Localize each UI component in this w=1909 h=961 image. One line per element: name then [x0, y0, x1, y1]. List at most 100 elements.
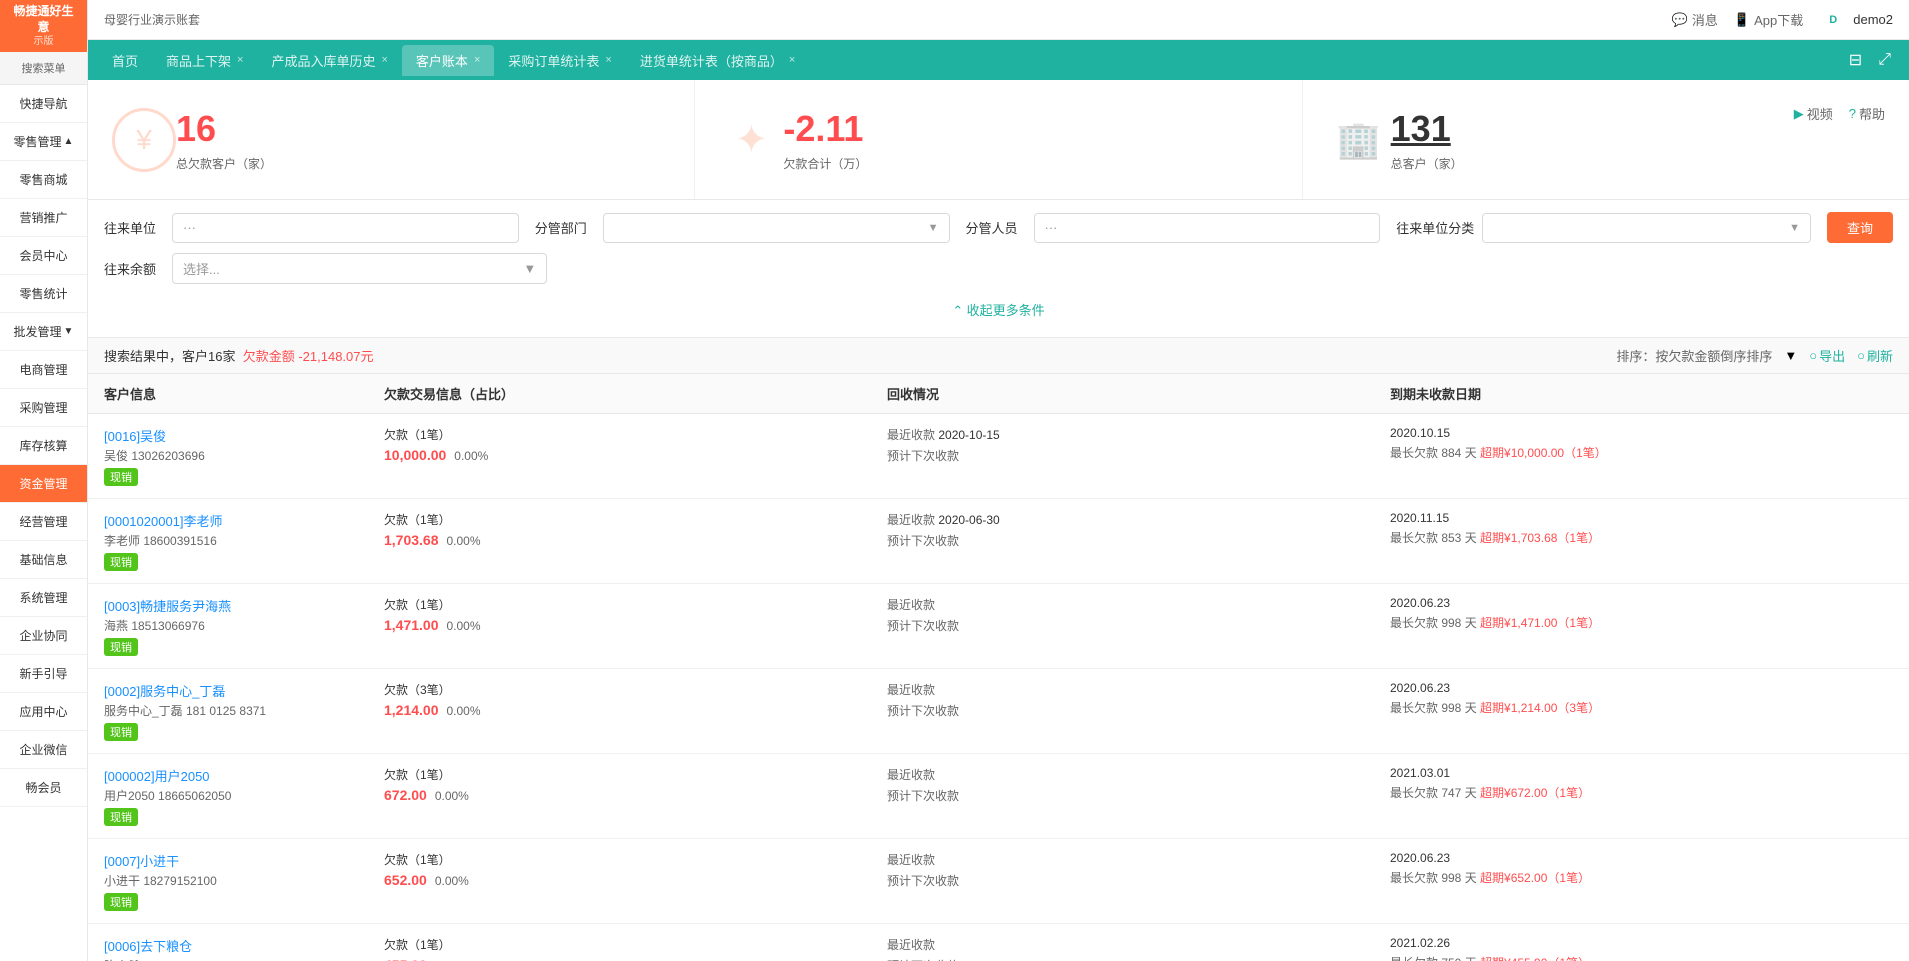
sidebar-item-guide[interactable]: 新手引导: [0, 655, 87, 693]
customer-id-link[interactable]: [0003]畅捷服务尹海燕: [104, 599, 231, 614]
message-label: 消息: [1692, 10, 1718, 29]
collapse-nav-button[interactable]: ⊟: [1841, 46, 1870, 74]
customer-info-cell: [0007]小进干 小进干 18279152100 现销: [104, 851, 384, 911]
app-logo[interactable]: 畅捷通好生意 示版: [0, 0, 87, 52]
customer-id-link[interactable]: [000002]用户2050: [104, 769, 210, 784]
refresh-label: 刷新: [1867, 346, 1893, 365]
collapse-filter-button[interactable]: ⌃ 收起更多条件: [104, 294, 1893, 325]
overdue-days: 最长欠款 884 天 超期¥10,000.00（1笔）: [1390, 444, 1893, 461]
tab-product-shelf[interactable]: 商品上下架 ×: [152, 45, 257, 76]
customer-phone: 海燕 18513066976: [104, 617, 384, 634]
overdue-amount-link[interactable]: 超期¥1,703.68（1笔）: [1480, 531, 1600, 545]
customer-info-cell: [0006]去下粮仓 陈小希 现销: [104, 936, 384, 961]
close-icon[interactable]: ×: [381, 54, 387, 66]
total-debt-label: 欠款合计（万）: [783, 155, 867, 172]
close-icon[interactable]: ×: [237, 54, 243, 66]
filter-area: 往来单位 ··· 分管部门 ▼ 分管人员 ···: [88, 200, 1909, 338]
sidebar-item-enterprise[interactable]: 企业协同: [0, 617, 87, 655]
table-row: [0016]吴俊 吴俊 13026203696 现销 欠款（1笔） 10,000…: [88, 414, 1909, 499]
app-download-button[interactable]: 📱 App下载: [1734, 10, 1803, 29]
chevron-down-icon: ▼: [928, 222, 939, 234]
stat-total-debt-content: -2.11 欠款合计（万）: [783, 107, 867, 171]
customer-id-link[interactable]: [0007]小进干: [104, 854, 179, 869]
overdue-cell: 2020.06.23 最长欠款 998 天 超期¥1,214.00（3笔）: [1390, 681, 1893, 716]
sidebar-item-wholesale-mgmt[interactable]: 批发管理 ▼: [0, 313, 87, 351]
sidebar-item-ecommerce[interactable]: 电商管理: [0, 351, 87, 389]
sidebar-item-system[interactable]: 系统管理: [0, 579, 87, 617]
customer-tag: 现销: [104, 553, 138, 571]
overdue-cell: 2020.06.23 最长欠款 998 天 超期¥1,471.00（1笔）: [1390, 596, 1893, 631]
filter-input-dept[interactable]: ▼: [603, 213, 950, 243]
refresh-button[interactable]: ○ 刷新: [1857, 346, 1893, 365]
export-icon: ○: [1809, 348, 1817, 363]
debt-count: 欠款（1笔）: [384, 766, 887, 783]
tab-home[interactable]: 首页: [98, 45, 152, 76]
filter-input-unit[interactable]: ···: [172, 213, 519, 243]
customer-id-link[interactable]: [0002]服务中心_丁磊: [104, 684, 225, 699]
sidebar-item-retail-stats[interactable]: 零售统计: [0, 275, 87, 313]
debt-percent: 0.00%: [435, 874, 469, 888]
customer-id-link[interactable]: [0006]去下粮仓: [104, 939, 192, 954]
close-icon[interactable]: ×: [474, 54, 480, 66]
overdue-days: 最长欠款 747 天 超期¥672.00（1笔）: [1390, 784, 1893, 801]
debt-count: 欠款（3笔）: [384, 681, 887, 698]
last-payment-label: 最近收款 2020-10-15: [887, 426, 1390, 443]
tab-customer-account[interactable]: 客户账本 ×: [402, 45, 494, 76]
customer-id-link[interactable]: [0001020001]李老师: [104, 514, 223, 529]
sidebar-item-marketing[interactable]: 营销推广: [0, 199, 87, 237]
sidebar-item-purchase[interactable]: 采购管理: [0, 389, 87, 427]
filter-row-1: 往来单位 ··· 分管部门 ▼ 分管人员 ···: [104, 212, 1893, 243]
maximize-button[interactable]: ⤢: [1870, 47, 1899, 73]
search-button[interactable]: 查询: [1827, 212, 1893, 243]
last-payment-date: 2020-10-15: [938, 428, 999, 442]
sidebar-item-operations[interactable]: 经营管理: [0, 503, 87, 541]
close-icon[interactable]: ×: [605, 54, 611, 66]
customer-tag: 现销: [104, 638, 138, 656]
sidebar-item-member[interactable]: 会员中心: [0, 237, 87, 275]
sidebar-item-basic-info[interactable]: 基础信息: [0, 541, 87, 579]
overdue-amount-link[interactable]: 超期¥455.90（1笔）: [1480, 956, 1590, 961]
sidebar-item-quick-nav[interactable]: 快捷导航: [0, 85, 87, 123]
export-button[interactable]: ○ 导出: [1809, 346, 1845, 365]
overdue-cell: 2020.06.23 最长欠款 998 天 超期¥652.00（1笔）: [1390, 851, 1893, 886]
help-link[interactable]: ? 帮助: [1849, 104, 1885, 123]
overdue-amount-link[interactable]: 超期¥652.00（1笔）: [1480, 871, 1590, 885]
sidebar-item-apps[interactable]: 应用中心: [0, 693, 87, 731]
filter-select-balance[interactable]: 选择... ▼: [172, 253, 547, 284]
customer-phone: 李老师 18600391516: [104, 532, 384, 549]
table-row: [0001020001]李老师 李老师 18600391516 现销 欠款（1笔…: [88, 499, 1909, 584]
collapse-label: 收起更多条件: [967, 303, 1045, 318]
overdue-amount-link[interactable]: 超期¥1,471.00（1笔）: [1480, 616, 1600, 630]
search-menu[interactable]: 搜索菜单: [0, 52, 87, 85]
video-link[interactable]: ▶ 视频: [1794, 104, 1833, 123]
overdue-amount-link[interactable]: 超期¥672.00（1笔）: [1480, 786, 1590, 800]
overdue-date: 2020.11.15: [1390, 511, 1893, 525]
last-payment-label: 最近收款: [887, 681, 1390, 698]
customer-info-cell: [0002]服务中心_丁磊 服务中心_丁磊 181 0125 8371 现销: [104, 681, 384, 741]
sidebar-item-retail-mall[interactable]: 零售商城: [0, 161, 87, 199]
col-header-customer: 客户信息: [104, 384, 384, 403]
message-button[interactable]: 💬 消息: [1672, 10, 1718, 29]
overdue-cell: 2020.11.15 最长欠款 853 天 超期¥1,703.68（1笔）: [1390, 511, 1893, 546]
recovery-cell: 最近收款 预计下次收款: [887, 851, 1390, 889]
overdue-amount-link[interactable]: 超期¥10,000.00（1笔）: [1480, 446, 1607, 460]
tab-finished-goods[interactable]: 产成品入库单历史 ×: [257, 45, 401, 76]
filter-label-dept: 分管部门: [535, 218, 595, 237]
sidebar-item-retail-mgmt[interactable]: 零售管理 ▲: [0, 123, 87, 161]
customer-id-link[interactable]: [0016]吴俊: [104, 429, 166, 444]
debt-percent: 0.00%: [447, 704, 481, 718]
close-icon[interactable]: ×: [789, 54, 795, 66]
filter-row-2: 往来余额 选择... ▼: [104, 253, 1893, 284]
sidebar-item-wechat[interactable]: 企业微信: [0, 731, 87, 769]
tab-purchase-order-stats[interactable]: 采购订单统计表 ×: [494, 45, 625, 76]
sidebar-item-finance[interactable]: 资金管理: [0, 465, 87, 503]
filter-input-person[interactable]: ···: [1034, 213, 1381, 243]
overdue-days: 最长欠款 998 天 超期¥1,214.00（3笔）: [1390, 699, 1893, 716]
sidebar-item-inventory[interactable]: 库存核算: [0, 427, 87, 465]
overdue-amount-link[interactable]: 超期¥1,214.00（3笔）: [1480, 701, 1600, 715]
user-menu[interactable]: D demo2: [1819, 6, 1893, 34]
sidebar-item-member2[interactable]: 畅会员: [0, 769, 87, 807]
next-payment: 预计下次收款: [887, 617, 1390, 634]
tab-purchase-stats-product[interactable]: 进货单统计表（按商品） ×: [626, 45, 809, 76]
filter-input-category[interactable]: ▼: [1482, 213, 1811, 243]
